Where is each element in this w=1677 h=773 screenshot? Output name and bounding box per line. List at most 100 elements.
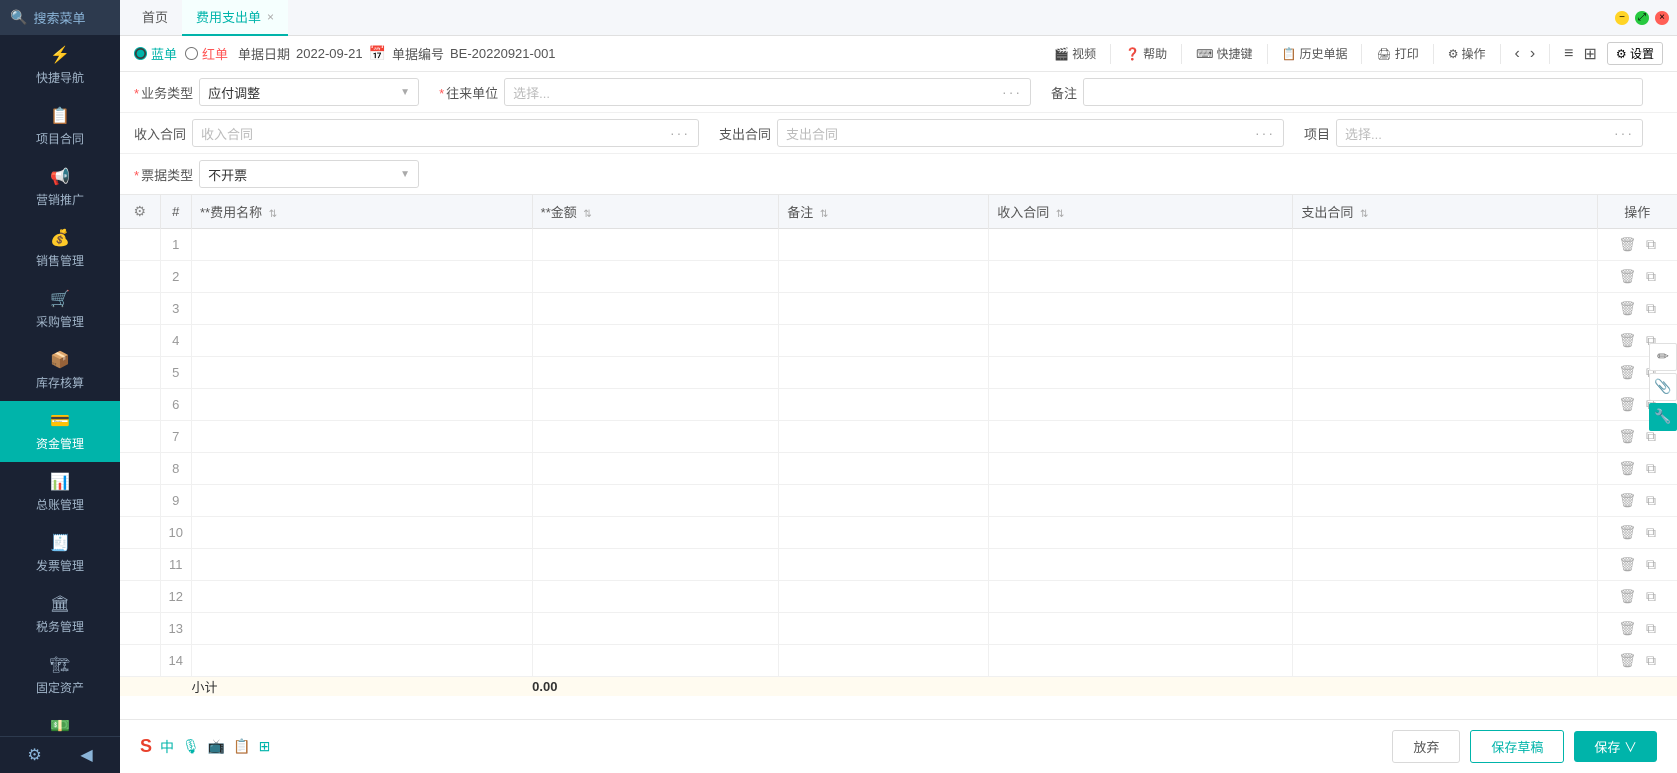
mic-icon[interactable]: 🎙 (182, 738, 200, 755)
ops-btn[interactable]: ⚙ 操作 (1448, 45, 1486, 62)
table-settings-icon[interactable]: ⚙ (133, 203, 146, 219)
save-button[interactable]: 保存 ∨ (1574, 731, 1657, 762)
sidebar-item-inventory[interactable]: 📦库存核算 (0, 340, 120, 401)
minimize-button[interactable]: − (1615, 11, 1629, 25)
row-expense-name[interactable] (191, 293, 532, 325)
row-expense-name[interactable] (191, 261, 532, 293)
row-expense-name[interactable] (191, 517, 532, 549)
row-note[interactable] (779, 261, 989, 293)
row-copy-btn[interactable]: ⧉ (1643, 460, 1659, 477)
shortcut-btn[interactable]: ⌨ 快捷键 (1196, 45, 1252, 62)
income-contract-input[interactable]: 收入合同 ··· (192, 119, 699, 147)
row-copy-btn[interactable]: ⧉ (1643, 652, 1659, 669)
row-amount[interactable] (532, 645, 779, 677)
settings-button[interactable]: ⚙ 设置 (1607, 42, 1663, 65)
row-expense-name[interactable] (191, 581, 532, 613)
sidebar-item-marketing[interactable]: 📢营销推广 (0, 157, 120, 218)
sidebar-item-invoice-mgmt[interactable]: 🧾发票管理 (0, 523, 120, 584)
row-expense-name[interactable] (191, 229, 532, 261)
sidebar-item-sales-mgmt[interactable]: 💰销售管理 (0, 218, 120, 279)
row-expense-name[interactable] (191, 357, 532, 389)
save-draft-button[interactable]: 保存草稿 (1470, 730, 1564, 763)
row-expense-contract[interactable] (1293, 645, 1597, 677)
row-expense-contract[interactable] (1293, 421, 1597, 453)
row-expense-contract[interactable] (1293, 357, 1597, 389)
row-expense-name[interactable] (191, 613, 532, 645)
more-icon-income[interactable]: ··· (670, 125, 690, 141)
sort-icon-ec[interactable]: ⇅ (1360, 209, 1368, 220)
row-expense-name[interactable] (191, 485, 532, 517)
radio-red[interactable]: 红单 (185, 44, 228, 63)
row-delete-btn[interactable]: 🗑 (1616, 396, 1640, 413)
row-amount[interactable] (532, 261, 779, 293)
row-income-contract[interactable] (989, 453, 1293, 485)
row-delete-btn[interactable]: 🗑 (1616, 268, 1640, 285)
sidebar-search[interactable]: 🔍 搜索菜单 (0, 0, 120, 35)
sidebar-item-tax-mgmt[interactable]: 🏛税务管理 (0, 584, 120, 645)
invoice-type-input[interactable]: 不开票 ▼ (199, 160, 419, 188)
row-amount[interactable] (532, 229, 779, 261)
row-note[interactable] (779, 357, 989, 389)
prev-btn[interactable]: ‹ (1515, 45, 1520, 63)
note-input[interactable] (1083, 78, 1643, 106)
row-delete-btn[interactable]: 🗑 (1616, 556, 1640, 573)
sidebar-item-accounting[interactable]: 📊总账管理 (0, 462, 120, 523)
sidebar-item-fund-mgmt[interactable]: 💳资金管理 (0, 401, 120, 462)
row-delete-btn[interactable]: 🗑 (1616, 300, 1640, 317)
grid-icon[interactable]: ⊞ (259, 738, 271, 755)
screen-icon[interactable]: 📺 (208, 738, 225, 755)
more-icon-project[interactable]: ··· (1614, 125, 1634, 141)
row-delete-btn[interactable]: 🗑 (1616, 364, 1640, 381)
row-expense-name[interactable] (191, 549, 532, 581)
row-delete-btn[interactable]: 🗑 (1616, 588, 1640, 605)
row-copy-btn[interactable]: ⧉ (1643, 428, 1659, 445)
row-note[interactable] (779, 389, 989, 421)
row-note[interactable] (779, 421, 989, 453)
row-note[interactable] (779, 613, 989, 645)
row-expense-name[interactable] (191, 389, 532, 421)
row-expense-contract[interactable] (1293, 389, 1597, 421)
row-expense-contract[interactable] (1293, 549, 1597, 581)
radio-blue[interactable]: 蓝单 (134, 44, 177, 63)
expense-contract-input[interactable]: 支出合同 ··· (777, 119, 1284, 147)
calendar-icon[interactable]: 📅 (369, 45, 386, 62)
sort-icon-ic[interactable]: ⇅ (1056, 209, 1064, 220)
side-green-btn[interactable]: 🔧 (1649, 403, 1677, 431)
row-income-contract[interactable] (989, 261, 1293, 293)
row-delete-btn[interactable]: 🗑 (1616, 236, 1640, 253)
side-edit-btn[interactable]: ✏ (1649, 343, 1677, 371)
row-amount[interactable] (532, 517, 779, 549)
sort-icon-amount[interactable]: ⇅ (583, 209, 591, 220)
row-amount[interactable] (532, 485, 779, 517)
biz-type-input[interactable]: 应付调整 ▼ (199, 78, 419, 106)
sidebar-item-payroll[interactable]: 💵工资 (0, 706, 120, 736)
video-btn[interactable]: 🎬 视频 (1054, 45, 1096, 62)
row-income-contract[interactable] (989, 389, 1293, 421)
tab-home[interactable]: 首页 (128, 0, 182, 36)
row-copy-btn[interactable]: ⧉ (1643, 556, 1659, 573)
row-copy-btn[interactable]: ⧉ (1643, 588, 1659, 605)
expand-button[interactable]: ⤢ (1635, 11, 1649, 25)
close-button[interactable]: × (1655, 11, 1669, 25)
row-expense-contract[interactable] (1293, 613, 1597, 645)
row-income-contract[interactable] (989, 645, 1293, 677)
row-income-contract[interactable] (989, 325, 1293, 357)
more-icon-expense[interactable]: ··· (1255, 125, 1275, 141)
tab-close-expense-sheet[interactable]: × (267, 10, 274, 24)
row-note[interactable] (779, 517, 989, 549)
row-expense-contract[interactable] (1293, 325, 1597, 357)
row-amount[interactable] (532, 293, 779, 325)
side-attachment-btn[interactable]: 📎 (1649, 373, 1677, 401)
row-income-contract[interactable] (989, 613, 1293, 645)
row-note[interactable] (779, 453, 989, 485)
more-icon[interactable]: ··· (1002, 84, 1022, 100)
history-btn[interactable]: 📋 历史单据 (1282, 45, 1348, 62)
row-amount[interactable] (532, 549, 779, 581)
row-copy-btn[interactable]: ⧉ (1643, 524, 1659, 541)
row-copy-btn[interactable]: ⧉ (1643, 620, 1659, 637)
row-amount[interactable] (532, 325, 779, 357)
sidebar-item-project-contract[interactable]: 📋项目合同 (0, 96, 120, 157)
row-expense-contract[interactable] (1293, 517, 1597, 549)
collapse-icon[interactable]: ◀ (80, 745, 92, 765)
sidebar-item-quick-nav[interactable]: ⚡快捷导航 (0, 35, 120, 96)
